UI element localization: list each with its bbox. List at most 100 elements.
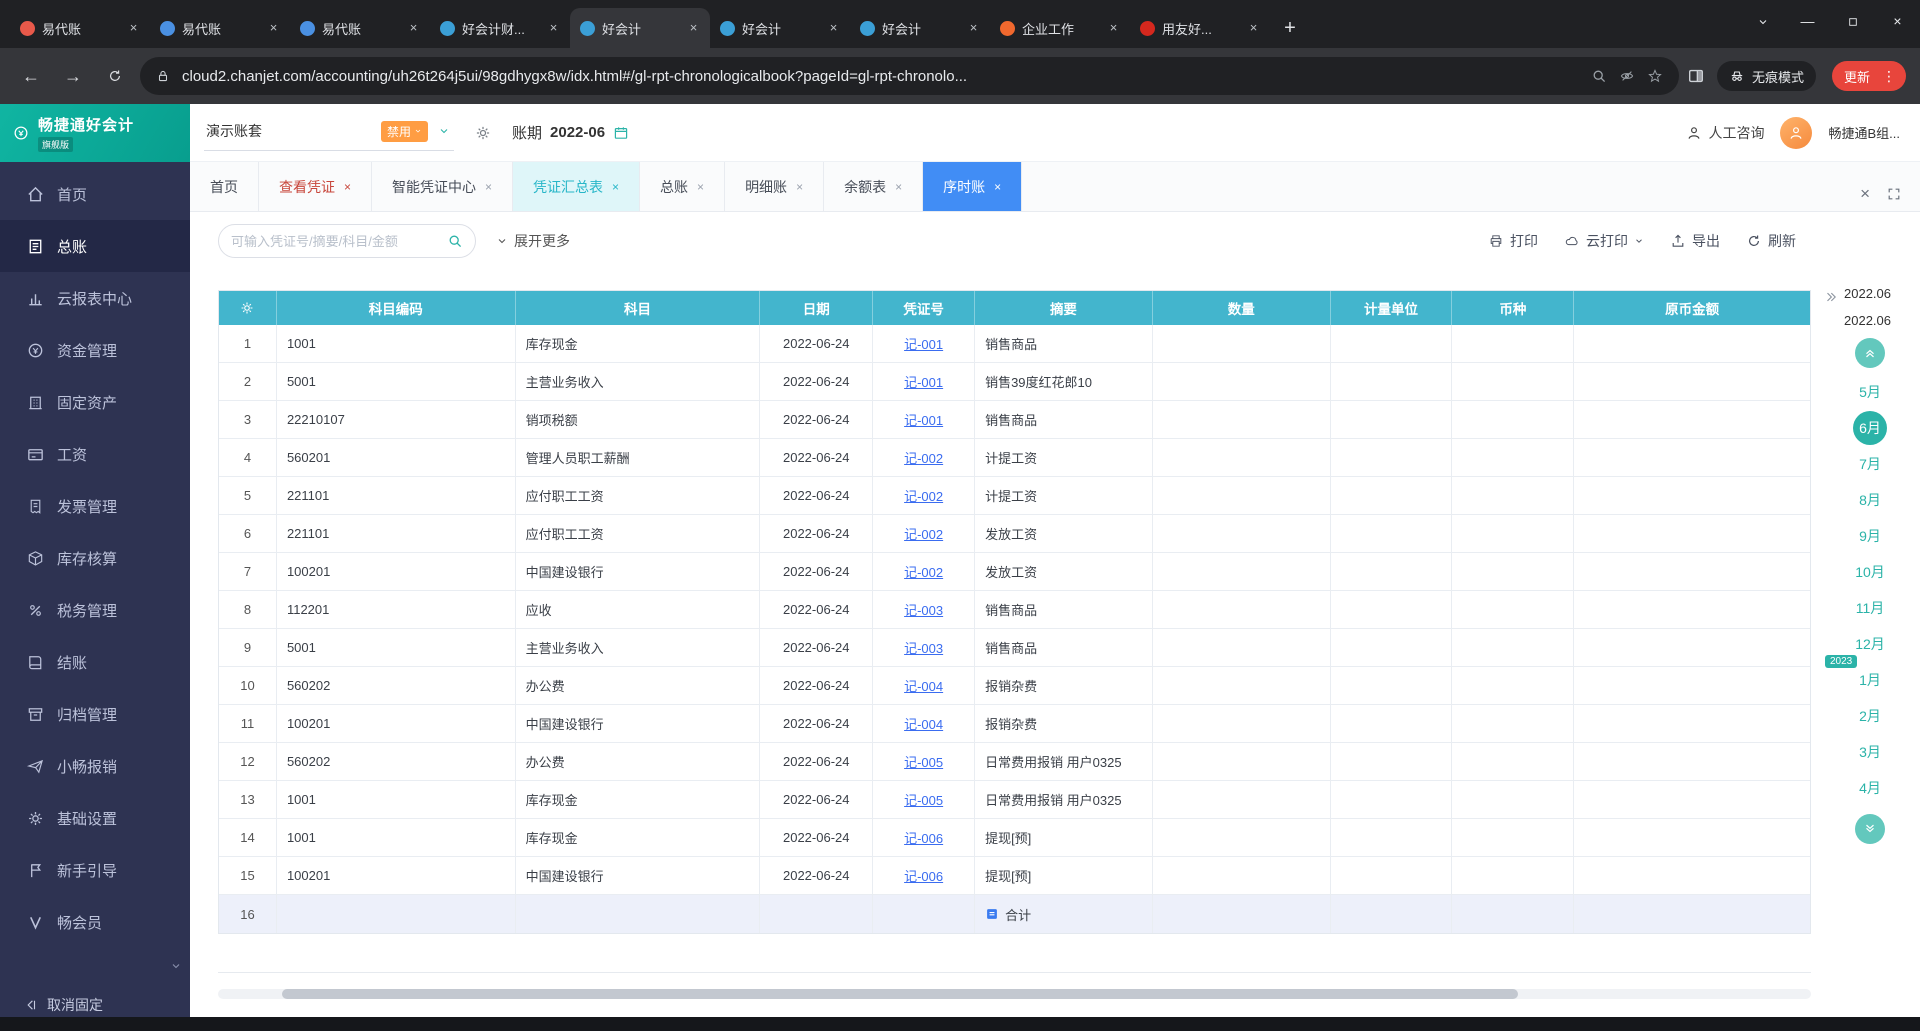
voucher-link[interactable]: 记-002 [904, 486, 943, 505]
table-row[interactable]: 6 221101 应付职工工资 2022-06-24 记-002 发放工资 [219, 515, 1810, 553]
sidebar-item[interactable]: 首页 [0, 168, 190, 220]
expand-more-button[interactable]: 展开更多 [496, 231, 570, 251]
browser-tab[interactable]: 好会计 × [850, 8, 990, 48]
month-item[interactable]: 2023 6月 [1853, 411, 1887, 445]
scroll-months-down-button[interactable] [1855, 814, 1885, 844]
table-row[interactable]: 12 560202 办公费 2022-06-24 记-005 日常费用报销 用户… [219, 743, 1810, 781]
export-button[interactable]: 导出 [1670, 231, 1720, 251]
table-row[interactable]: 8 112201 应收 2022-06-24 记-003 销售商品 [219, 591, 1810, 629]
horizontal-scrollbar[interactable] [218, 989, 1811, 999]
tab-close-icon[interactable]: × [895, 180, 902, 194]
month-item[interactable]: 2023 7月 [1851, 449, 1889, 479]
table-row[interactable]: 7 100201 中国建设银行 2022-06-24 记-002 发放工资 [219, 553, 1810, 591]
new-tab-button[interactable]: + [1274, 12, 1306, 44]
sidebar-item[interactable]: 库存核算 [0, 532, 190, 584]
fullscreen-icon[interactable] [1886, 186, 1902, 202]
tab-close-icon[interactable]: × [344, 180, 351, 194]
reload-button[interactable] [98, 59, 132, 93]
user-name[interactable]: 畅捷通B组... [1828, 123, 1900, 142]
table-row[interactable]: 2 5001 主营业务收入 2022-06-24 记-001 销售39度红花郎1… [219, 363, 1810, 401]
month-item[interactable]: 2023 8月 [1851, 485, 1889, 515]
browser-tab[interactable]: 易代账 × [10, 8, 150, 48]
sidebar-item[interactable]: 发票管理 [0, 480, 190, 532]
workspace-tab[interactable]: 首页 × [190, 162, 259, 211]
voucher-link[interactable]: 记-001 [904, 334, 943, 353]
tab-close-icon[interactable]: × [825, 20, 842, 37]
account-set-select[interactable]: 演示账套 禁用 [204, 115, 454, 151]
calendar-icon[interactable] [613, 125, 629, 141]
url-text[interactable]: cloud2.chanjet.com/accounting/uh26t264j5… [182, 68, 1579, 85]
voucher-link[interactable]: 记-001 [904, 372, 943, 391]
table-row[interactable]: 10 560202 办公费 2022-06-24 记-004 报销杂费 [219, 667, 1810, 705]
workspace-tab[interactable]: 智能凭证中心 × [372, 162, 514, 211]
sidebar-item[interactable]: 小畅报销 [0, 740, 190, 792]
scrollbar-thumb[interactable] [282, 989, 1518, 999]
voucher-link[interactable]: 记-005 [904, 752, 943, 771]
workspace-tab[interactable]: 凭证汇总表 × [513, 162, 641, 211]
tab-close-icon[interactable]: × [685, 20, 702, 37]
sidebar-item[interactable]: 归档管理 [0, 688, 190, 740]
voucher-link[interactable]: 记-004 [904, 676, 943, 695]
table-row[interactable]: 5 221101 应付职工工资 2022-06-24 记-002 计提工资 [219, 477, 1810, 515]
close-window-button[interactable]: × [1875, 13, 1920, 29]
forward-button[interactable]: → [56, 59, 90, 93]
search-icon[interactable] [1591, 68, 1607, 84]
voucher-link[interactable]: 记-002 [904, 562, 943, 581]
workspace-tab[interactable]: 查看凭证 × [259, 162, 373, 211]
browser-tab[interactable]: 好会计 × [570, 8, 710, 48]
print-button[interactable]: 打印 [1488, 231, 1538, 251]
scroll-months-up-button[interactable] [1855, 338, 1885, 368]
browser-tab[interactable]: 好会计财... × [430, 8, 570, 48]
sidebar-item[interactable]: 税务管理 [0, 584, 190, 636]
month-item[interactable]: 2023 12月 [1851, 629, 1889, 659]
sidebar-item[interactable]: 结账 [0, 636, 190, 688]
workspace-tab[interactable]: 序时账 × [923, 162, 1023, 211]
month-item[interactable]: 2023 10月 [1851, 557, 1889, 587]
settings-gear-icon[interactable] [474, 124, 492, 142]
tab-search-chevron-icon[interactable] [1740, 13, 1785, 29]
period-picker[interactable]: 账期 2022-06 [512, 122, 629, 143]
tab-close-icon[interactable]: × [612, 180, 619, 194]
month-item[interactable]: 2023 2月 [1851, 701, 1889, 731]
voucher-link[interactable]: 记-002 [904, 524, 943, 543]
voucher-link[interactable]: 记-001 [904, 410, 943, 429]
workspace-tab[interactable]: 余额表 × [824, 162, 924, 211]
workspace-tab[interactable]: 明细账 × [725, 162, 825, 211]
voucher-link[interactable]: 记-006 [904, 828, 943, 847]
month-item[interactable]: 2023 11月 [1851, 593, 1889, 623]
voucher-link[interactable]: 记-006 [904, 866, 943, 885]
tab-close-icon[interactable]: × [796, 180, 803, 194]
maximize-button[interactable] [1830, 13, 1875, 29]
table-row[interactable]: 15 100201 中国建设银行 2022-06-24 记-006 提现[预] [219, 857, 1810, 895]
close-all-tabs-icon[interactable]: × [1860, 184, 1870, 204]
voucher-link[interactable]: 记-003 [904, 638, 943, 657]
sidebar-item[interactable]: 总账 [0, 220, 190, 272]
table-row[interactable]: 9 5001 主营业务收入 2022-06-24 记-003 销售商品 [219, 629, 1810, 667]
tab-close-icon[interactable]: × [994, 180, 1001, 194]
collapse-panel-icon[interactable] [1824, 284, 1838, 306]
tab-close-icon[interactable]: × [485, 180, 492, 194]
tab-close-icon[interactable]: × [965, 20, 982, 37]
browser-menu-dots-icon[interactable]: ⋮ [1878, 68, 1900, 85]
sidebar-item[interactable]: 固定资产 [0, 376, 190, 428]
voucher-link[interactable]: 记-002 [904, 448, 943, 467]
workspace-tab[interactable]: 总账 × [640, 162, 726, 211]
tab-close-icon[interactable]: × [697, 180, 704, 194]
tab-close-icon[interactable]: × [405, 20, 422, 37]
url-box[interactable]: cloud2.chanjet.com/accounting/uh26t264j5… [140, 57, 1679, 95]
browser-tab[interactable]: 用友好... × [1130, 8, 1270, 48]
sidebar-item[interactable]: 畅会员 [0, 896, 190, 948]
sidebar-item[interactable]: 云报表中心 [0, 272, 190, 324]
table-row[interactable]: 4 560201 管理人员职工薪酬 2022-06-24 记-002 计提工资 [219, 439, 1810, 477]
sidebar-item[interactable]: 工资 [0, 428, 190, 480]
month-item[interactable]: 2023 4月 [1851, 773, 1889, 803]
tab-close-icon[interactable]: × [545, 20, 562, 37]
voucher-link[interactable]: 记-004 [904, 714, 943, 733]
search-icon[interactable] [447, 233, 463, 249]
table-row[interactable]: 13 1001 库存现金 2022-06-24 记-005 日常费用报销 用户0… [219, 781, 1810, 819]
table-row[interactable]: 11 100201 中国建设银行 2022-06-24 记-004 报销杂费 [219, 705, 1810, 743]
voucher-link[interactable]: 记-003 [904, 600, 943, 619]
column-settings-gear-icon[interactable] [219, 291, 277, 325]
browser-tab[interactable]: 企业工作 × [990, 8, 1130, 48]
eye-off-icon[interactable] [1619, 68, 1635, 84]
